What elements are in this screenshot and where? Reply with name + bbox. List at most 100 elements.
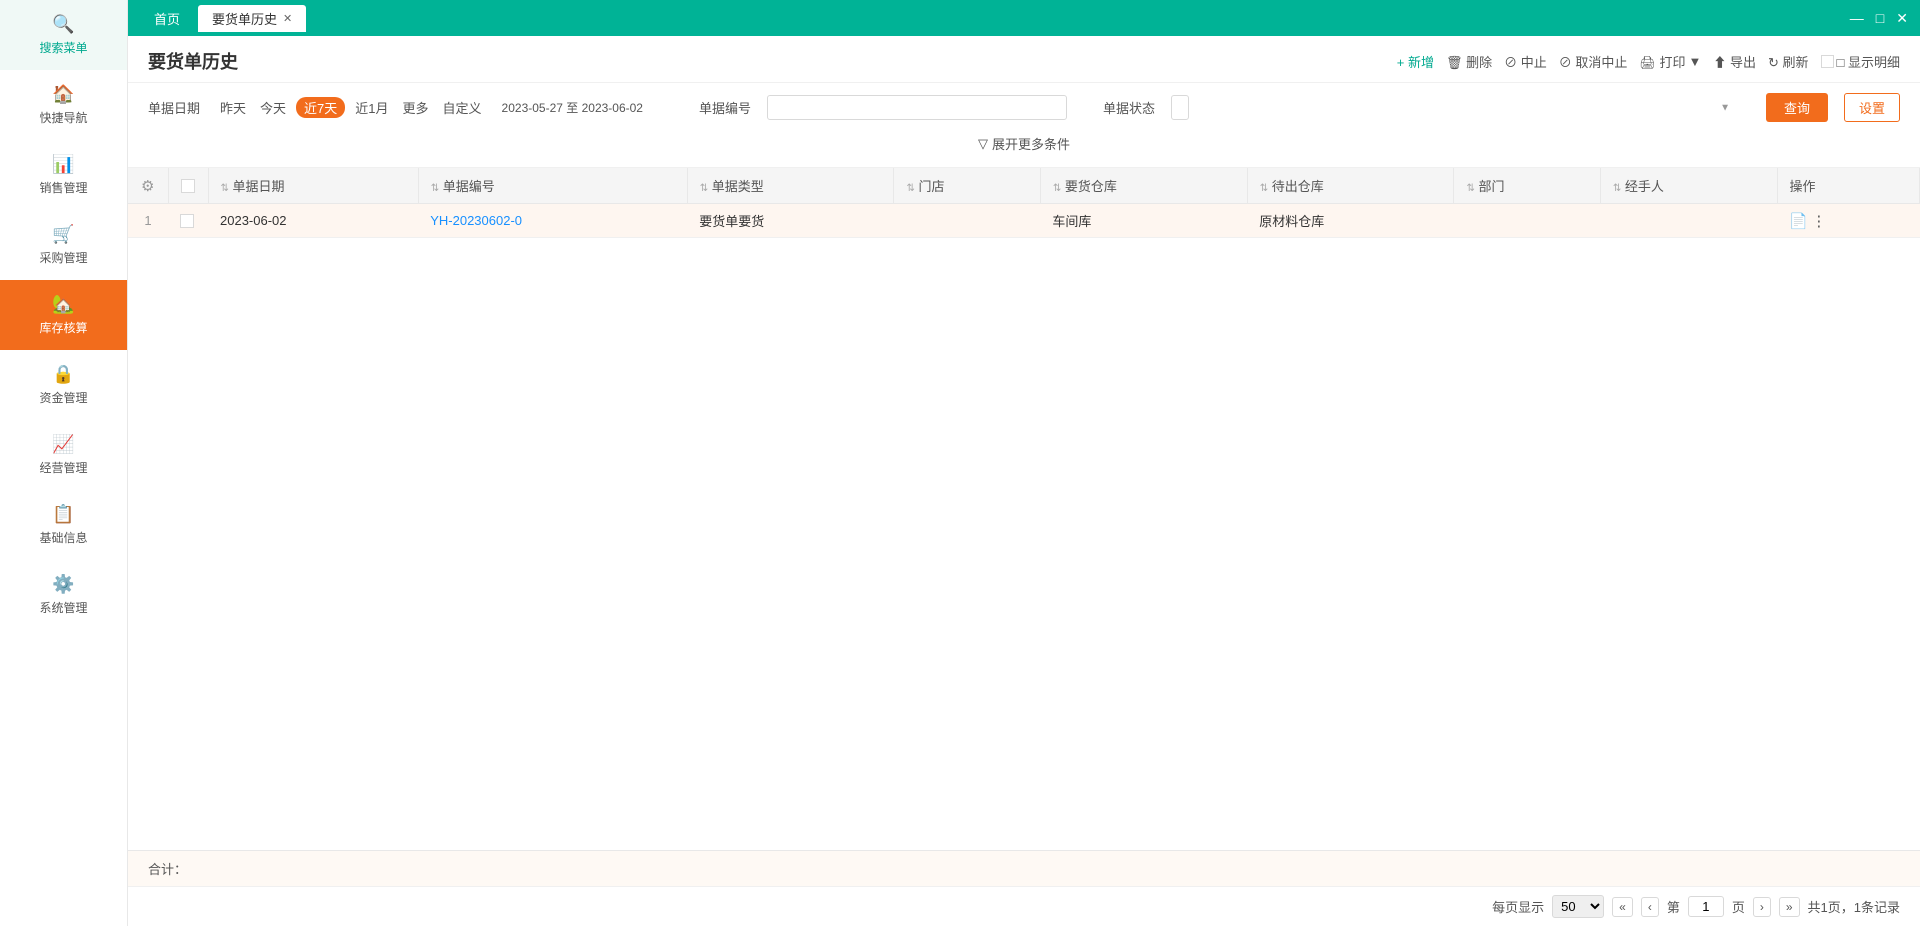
print-button[interactable]: 🖨 打印 ▼ [1639,52,1701,71]
col-store[interactable]: ⇅ 门店 [894,168,1040,204]
basic-icon: 📋 [52,504,74,525]
date-option-more[interactable]: 更多 [399,97,433,118]
tab-home[interactable]: 首页 [140,5,194,32]
per-page-select[interactable]: 50 10 20 100 [1552,895,1604,918]
next-page-button[interactable]: › [1753,897,1771,917]
date-option-last-month[interactable]: 近1月 [351,97,392,118]
display-detail-toggle[interactable]: □ 显示明细 [1821,52,1900,71]
page-content: 要货单历史 + 新增 🗑 删除 ⊘ 中止 ⊘ 取消中止 🖨 打印 ▼ ⬆ 导出 … [128,36,1920,926]
col-handler[interactable]: ⇅ 经手人 [1600,168,1777,204]
close-window-button[interactable]: ✕ [1896,10,1908,27]
col-store-sort-icon: ⇅ [906,183,914,194]
last-page-button[interactable]: » [1779,897,1800,917]
page-label: 第 [1667,897,1680,916]
expand-more-button[interactable]: ▽ 展开更多条件 [974,130,1074,157]
col-req-label: 要货仓库 [1065,179,1117,194]
pagination: 每页显示 50 10 20 100 « ‹ 第 页 › » 共1页，1条记录 [128,886,1920,926]
first-page-button[interactable]: « [1612,897,1633,917]
row-type: 要货单要货 [687,204,894,238]
col-pending-sort-icon: ⇅ [1260,183,1268,194]
home-icon: 🏠 [52,84,74,105]
minimize-button[interactable]: — [1850,10,1864,26]
row-handler [1600,204,1777,238]
checkbox-detail-icon [1821,55,1834,68]
row-date: 2023-06-02 [208,204,418,238]
select-all-checkbox[interactable] [181,179,195,193]
col-settings[interactable]: ⚙ [128,168,168,204]
sidebar-item-system[interactable]: ⚙️ 系统管理 [0,560,127,630]
date-filter-label: 单据日期 [148,98,200,117]
summary-label: 合计： [148,859,187,878]
col-dept[interactable]: ⇅ 部门 [1454,168,1600,204]
date-option-last7[interactable]: 近7天 [296,97,345,118]
sidebar-item-purchase[interactable]: 🛒 采购管理 [0,210,127,280]
date-option-custom[interactable]: 自定义 [439,97,486,118]
col-check [168,168,208,204]
delete-button[interactable]: 🗑 删除 [1446,52,1492,71]
suspend-button[interactable]: ⊘ 中止 [1504,52,1547,71]
page-header: 要货单历史 + 新增 🗑 删除 ⊘ 中止 ⊘ 取消中止 🖨 打印 ▼ ⬆ 导出 … [128,36,1920,83]
row-op2-button[interactable]: ⋮ [1811,213,1826,230]
col-type-sort-icon: ⇅ [700,183,708,194]
prev-page-button[interactable]: ‹ [1641,897,1659,917]
maximize-button[interactable]: □ [1876,10,1884,26]
table-area: ⚙ ⇅ 单据日期 ⇅ 单据编号 [128,168,1920,850]
col-pending-warehouse[interactable]: ⇅ 待出仓库 [1247,168,1454,204]
row-op1-button[interactable]: 📄 [1789,213,1808,230]
doc-number-input[interactable] [767,95,1067,120]
action-buttons: + 新增 🗑 删除 ⊘ 中止 ⊘ 取消中止 🖨 打印 ▼ ⬆ 导出 ↻ 刷新 □… [1397,52,1900,71]
date-option-yesterday[interactable]: 昨天 [216,97,250,118]
sidebar-item-search[interactable]: 🔍 搜索菜单 [0,0,127,70]
close-tab-icon[interactable]: ✕ [283,12,292,25]
col-pending-label: 待出仓库 [1272,179,1324,194]
col-number-sort-icon: ⇅ [431,183,439,194]
export-button[interactable]: ⬆ 导出 [1713,52,1756,71]
status-select-wrap [1171,95,1738,120]
col-dept-sort-icon: ⇅ [1466,183,1474,194]
row-operations: 📄 ⋮ [1777,204,1920,238]
settings-button[interactable]: 设置 [1844,93,1900,122]
page-title: 要货单历史 [148,48,1397,74]
sidebar-item-sales[interactable]: 📊 销售管理 [0,140,127,210]
filter-area: 单据日期 昨天 今天 近7天 近1月 更多 自定义 2023-05-27 至 2… [128,83,1920,168]
col-number-label: 单据编号 [443,179,495,194]
inventory-icon: 🏡 [52,294,74,315]
date-option-today[interactable]: 今天 [256,97,290,118]
col-handler-label: 经手人 [1625,179,1664,194]
cancel-suspend-button[interactable]: ⊘ 取消中止 [1559,52,1628,71]
tab-history[interactable]: 要货单历史 ✕ [198,5,306,32]
page-unit-label: 页 [1732,897,1745,916]
main-area: 首页 要货单历史 ✕ — □ ✕ 要货单历史 + 新增 🗑 删除 ⊘ 中止 ⊘ … [128,0,1920,926]
col-type[interactable]: ⇅ 单据类型 [687,168,894,204]
col-type-label: 单据类型 [712,179,764,194]
table-row: 1 2023-06-02 YH-20230602-0 要货单要货 车间库 原材料… [128,204,1920,238]
table-settings-icon[interactable]: ⚙ [141,178,154,195]
row-checkbox[interactable] [180,214,194,228]
print-label: 🖨 打印 [1639,52,1685,71]
table-footer: 合计： [128,850,1920,886]
status-select[interactable] [1171,95,1189,120]
per-page-label: 每页显示 [1492,897,1544,916]
page-number-input[interactable] [1688,896,1724,917]
row-number-link[interactable]: YH-20230602-0 [430,213,522,228]
col-req-warehouse[interactable]: ⇅ 要货仓库 [1040,168,1247,204]
top-right-controls: — □ ✕ [1850,10,1908,27]
sidebar-item-inventory[interactable]: 🏡 库存核算 [0,280,127,350]
total-info: 共1页，1条记录 [1808,897,1900,916]
new-button[interactable]: + 新增 [1397,52,1434,71]
expand-label: 展开更多条件 [992,134,1070,153]
sidebar: 🔍 搜索菜单 🏠 快捷导航 📊 销售管理 🛒 采购管理 🏡 库存核算 🔒 资金管… [0,0,128,926]
sidebar-item-quicknav[interactable]: 🏠 快捷导航 [0,70,127,140]
sidebar-item-basic[interactable]: 📋 基础信息 [0,490,127,560]
status-label: 单据状态 [1103,98,1155,117]
col-operation-label: 操作 [1790,179,1816,194]
sidebar-item-finance[interactable]: 🔒 资金管理 [0,350,127,420]
query-button[interactable]: 查询 [1766,93,1828,122]
col-number[interactable]: ⇅ 单据编号 [418,168,687,204]
row-req-warehouse: 车间库 [1040,204,1247,238]
finance-icon: 🔒 [52,364,74,385]
refresh-button[interactable]: ↻ 刷新 [1768,52,1809,71]
col-date[interactable]: ⇅ 单据日期 [208,168,418,204]
display-detail-label: □ 显示明细 [1837,52,1900,71]
sidebar-item-operations[interactable]: 📈 经营管理 [0,420,127,490]
